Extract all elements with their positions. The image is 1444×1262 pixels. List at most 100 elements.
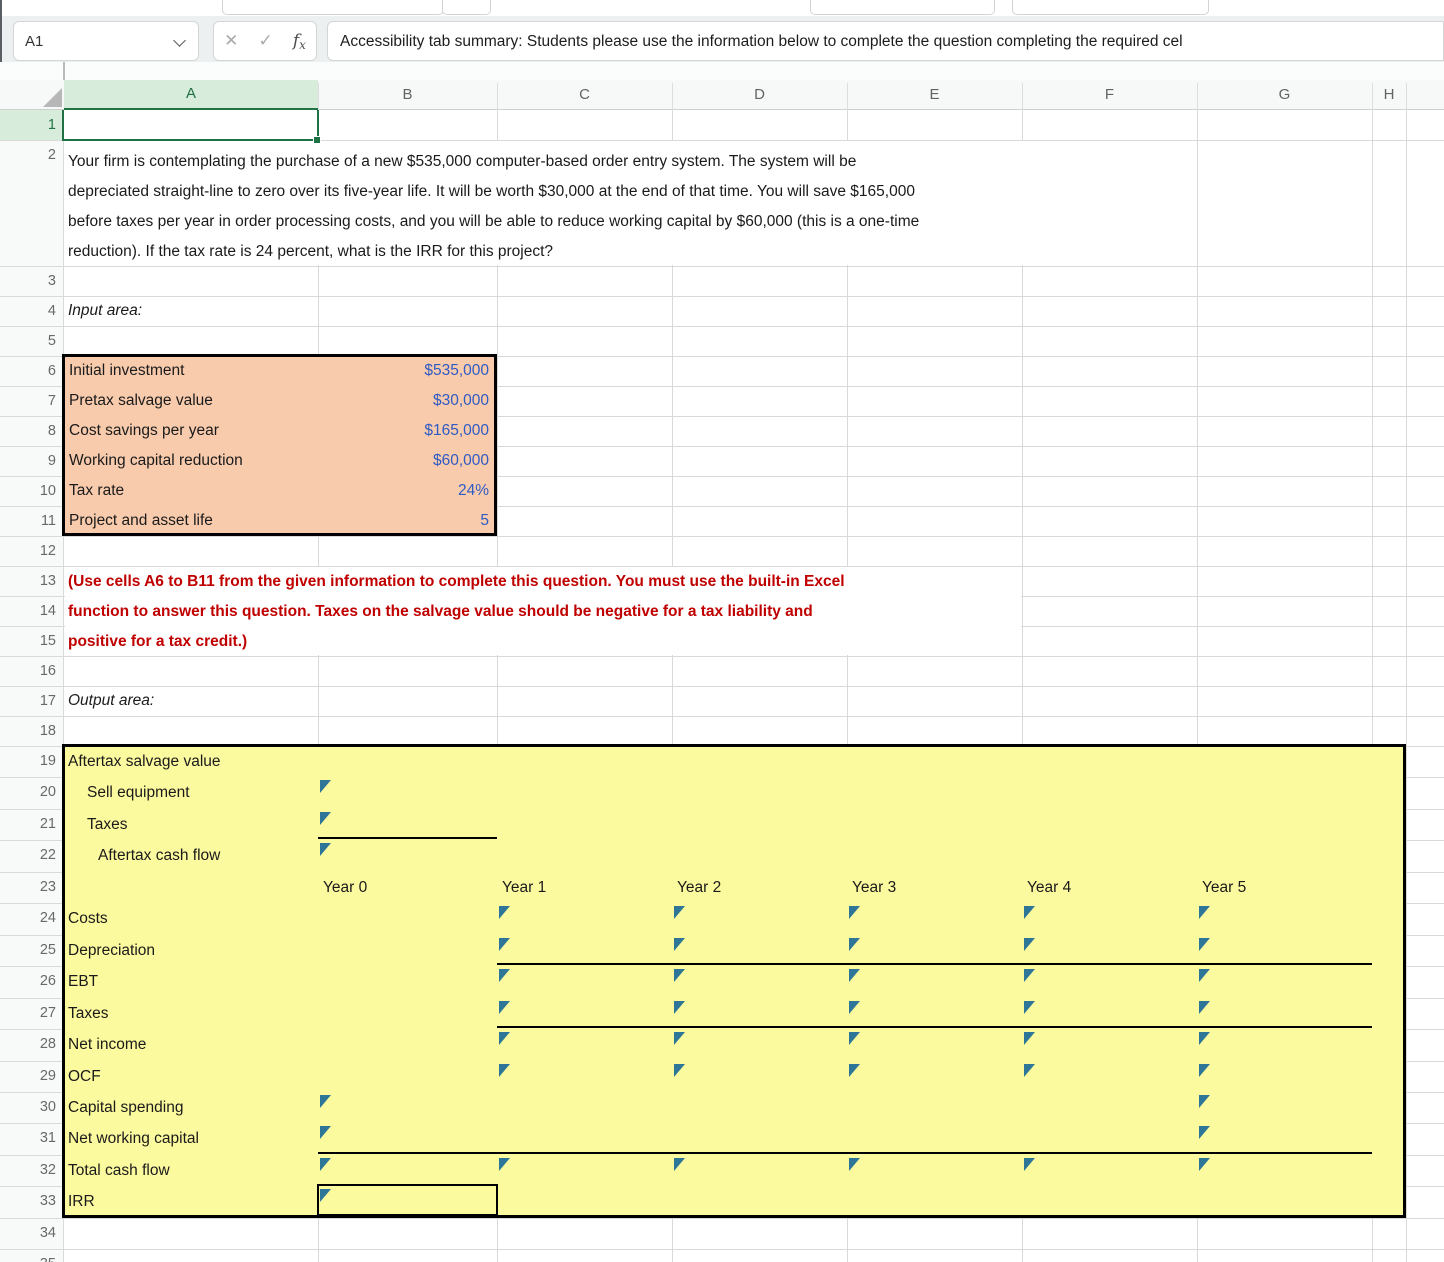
chevron-down-icon[interactable] — [173, 34, 186, 47]
row-header-4[interactable]: 4 — [0, 296, 56, 326]
row-header-3[interactable]: 3 — [0, 266, 56, 296]
input-value-cell[interactable]: 5 — [318, 506, 489, 536]
row-header-30[interactable]: 30 — [0, 1092, 56, 1122]
row-header-8[interactable]: 8 — [0, 416, 56, 446]
row-header-25[interactable]: 25 — [0, 935, 56, 965]
output-label: Costs — [68, 910, 108, 927]
column-header-E[interactable]: E — [847, 80, 1022, 110]
row-header-21[interactable]: 21 — [0, 809, 56, 839]
row-header-34[interactable]: 34 — [0, 1218, 56, 1248]
note-marker-icon — [849, 969, 860, 982]
output-label: IRR — [68, 1193, 95, 1210]
row-header-2[interactable]: 2 — [0, 140, 56, 170]
output-label: Taxes — [87, 816, 128, 833]
row-header-29[interactable]: 29 — [0, 1061, 56, 1091]
fill-handle[interactable] — [313, 136, 321, 144]
input-value-cell[interactable]: $165,000 — [318, 416, 489, 446]
column-header-G[interactable]: G — [1197, 80, 1372, 110]
note-marker-icon — [674, 1001, 685, 1014]
note-marker-icon — [1199, 1126, 1210, 1139]
question-line: Your firm is contemplating the purchase … — [68, 153, 857, 170]
note-marker-icon — [1199, 938, 1210, 951]
note-marker-icon — [674, 938, 685, 951]
row-header-19[interactable]: 19 — [0, 746, 56, 776]
row-header-6[interactable]: 6 — [0, 356, 56, 386]
row-header-13[interactable]: 13 — [0, 566, 56, 596]
sum-underline-net-working-capital — [318, 1152, 1372, 1154]
formula-bar: A1 ✕ ✓ fx Accessibility tab summary: Stu… — [0, 16, 1444, 62]
row-header-35[interactable]: 35 — [0, 1249, 56, 1262]
note-marker-icon — [320, 843, 331, 856]
question-line: reduction). If the tax rate is 24 percen… — [68, 243, 554, 260]
row-header-31[interactable]: 31 — [0, 1123, 56, 1153]
row-header-15[interactable]: 15 — [0, 626, 56, 656]
note-marker-icon — [320, 1095, 331, 1108]
row-header-26[interactable]: 26 — [0, 966, 56, 996]
note-marker-icon — [1199, 906, 1210, 919]
note-marker-icon — [674, 1032, 685, 1045]
window-edge — [0, 0, 2, 62]
row-header-22[interactable]: 22 — [0, 840, 56, 870]
column-header-A[interactable]: A — [64, 80, 318, 110]
gridline — [0, 296, 1444, 297]
sum-underline-taxes — [318, 837, 497, 839]
note-marker-icon — [849, 1001, 860, 1014]
year-header: Year 0 — [323, 879, 368, 896]
note-marker-icon — [499, 969, 510, 982]
formula-input[interactable]: Accessibility tab summary: Students plea… — [327, 21, 1444, 61]
year-header: Year 1 — [502, 879, 547, 896]
note-marker-icon — [849, 1064, 860, 1077]
output-label: OCF — [68, 1068, 101, 1085]
insert-function-icon[interactable]: fx — [293, 31, 306, 52]
row-header-24[interactable]: 24 — [0, 903, 56, 933]
row-header-17[interactable]: 17 — [0, 686, 56, 716]
row-header-28[interactable]: 28 — [0, 1029, 56, 1059]
note-marker-icon — [499, 1032, 510, 1045]
name-box[interactable]: A1 — [13, 21, 199, 61]
column-header-separator — [1406, 83, 1407, 110]
gridline — [0, 326, 1444, 327]
row-header-16[interactable]: 16 — [0, 656, 56, 686]
row-header-23[interactable]: 23 — [0, 872, 56, 902]
column-header-C[interactable]: C — [497, 80, 672, 110]
row-header-18[interactable]: 18 — [0, 716, 56, 746]
row-header-14[interactable]: 14 — [0, 596, 56, 626]
spreadsheet-app: A1 ✕ ✓ fx Accessibility tab summary: Stu… — [0, 0, 1444, 1262]
input-value-cell[interactable]: $535,000 — [318, 356, 489, 386]
row-header-27[interactable]: 27 — [0, 998, 56, 1028]
input-label: Cost savings per year — [69, 422, 219, 439]
column-header-F[interactable]: F — [1022, 80, 1197, 110]
row-header-9[interactable]: 9 — [0, 446, 56, 476]
input-value-cell[interactable]: 24% — [318, 476, 489, 506]
row-header-10[interactable]: 10 — [0, 476, 56, 506]
note-marker-icon — [1024, 1032, 1035, 1045]
input-label: Tax rate — [69, 482, 125, 499]
selected-cell-outline[interactable] — [62, 108, 319, 141]
note-marker-icon — [1199, 969, 1210, 982]
column-header-D[interactable]: D — [672, 80, 847, 110]
row-header-11[interactable]: 11 — [0, 506, 56, 536]
output-label: Aftertax salvage value — [68, 753, 221, 770]
enter-icon[interactable]: ✓ — [258, 31, 272, 51]
input-value-cell[interactable]: $60,000 — [318, 446, 489, 476]
note-marker-icon — [1024, 1158, 1035, 1171]
select-all-icon[interactable] — [43, 88, 62, 107]
row-header-5[interactable]: 5 — [0, 326, 56, 356]
row-header-20[interactable]: 20 — [0, 777, 56, 807]
gap-divider — [63, 62, 65, 80]
row-header-32[interactable]: 32 — [0, 1155, 56, 1185]
row-header-12[interactable]: 12 — [0, 536, 56, 566]
note-marker-icon — [499, 1064, 510, 1077]
column-header-H[interactable]: H — [1372, 80, 1406, 110]
row-header-7[interactable]: 7 — [0, 386, 56, 416]
row-header-33[interactable]: 33 — [0, 1186, 56, 1216]
note-marker-icon — [674, 1064, 685, 1077]
output-area-title: Output area: — [68, 692, 155, 709]
row-header-1[interactable]: 1 — [0, 110, 56, 140]
note-marker-icon — [499, 1158, 510, 1171]
note-marker-icon — [849, 906, 860, 919]
irr-answer-cell[interactable] — [317, 1184, 498, 1216]
column-header-B[interactable]: B — [318, 80, 497, 110]
input-value-cell[interactable]: $30,000 — [318, 386, 489, 416]
cancel-icon[interactable]: ✕ — [224, 31, 238, 51]
